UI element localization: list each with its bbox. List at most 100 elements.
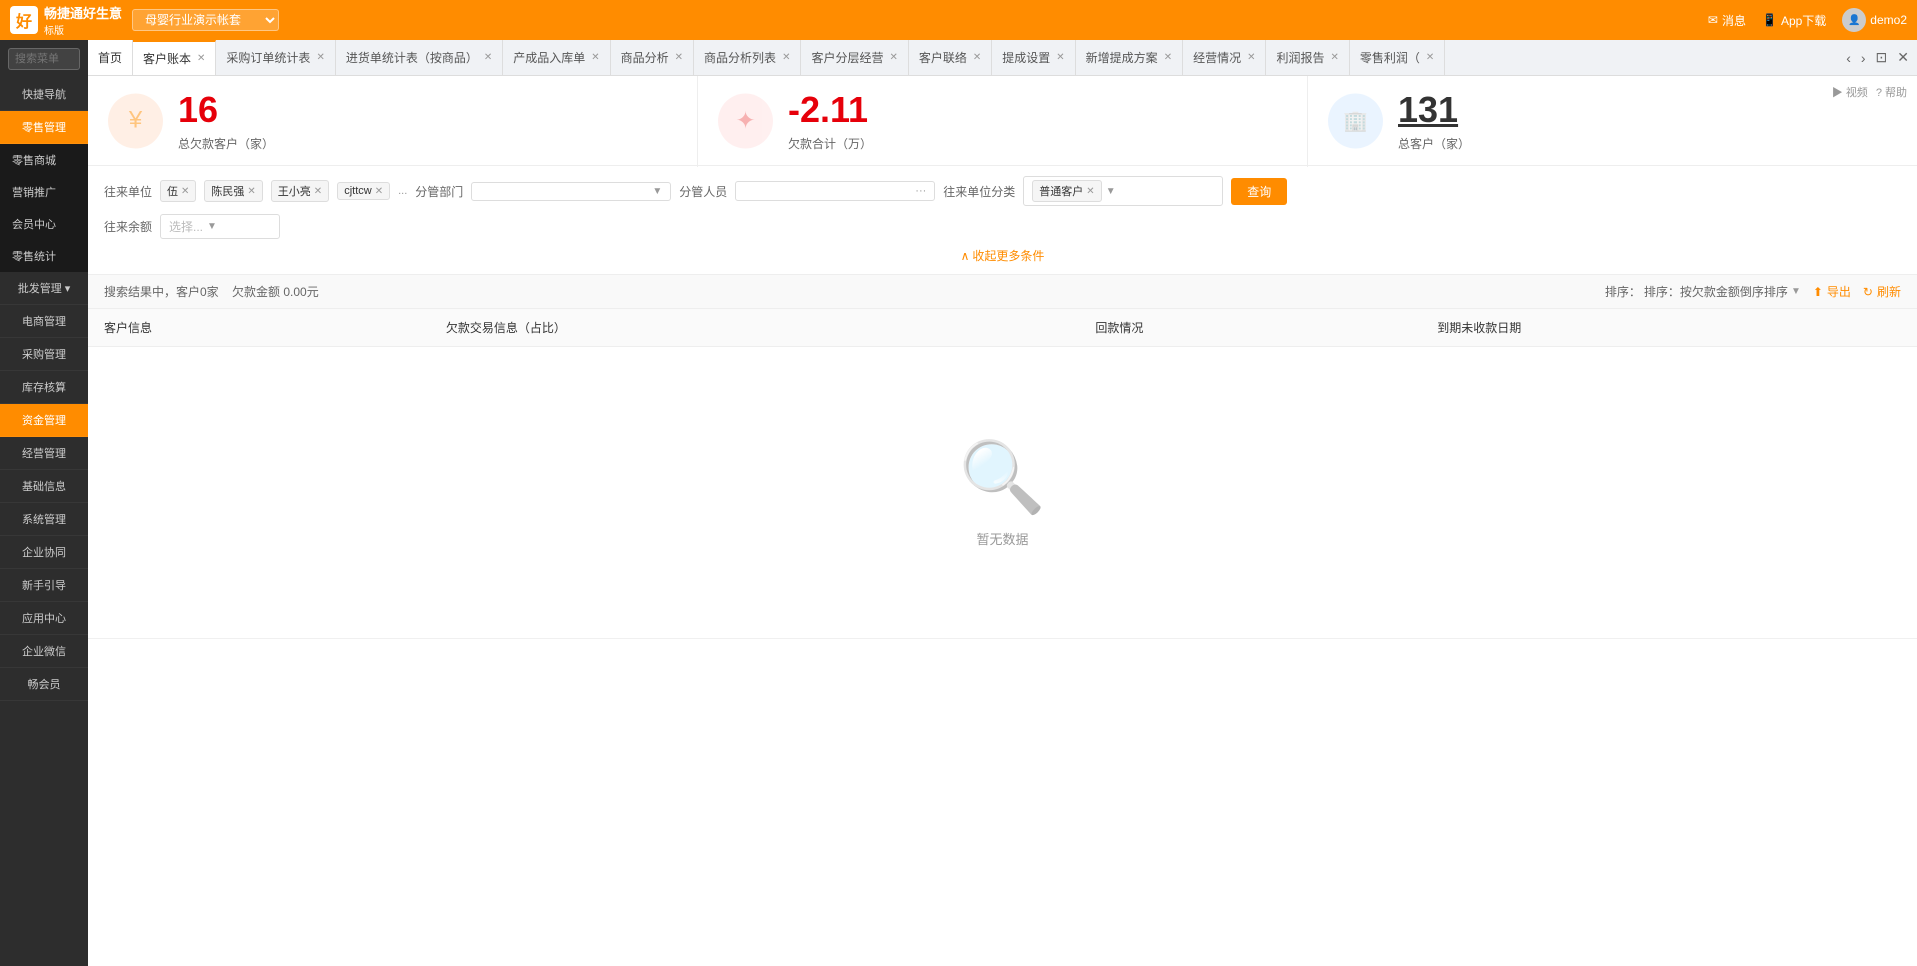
help-link[interactable]: ? 帮助	[1876, 84, 1907, 100]
stat-total-customers: 🏢 131 总客户（家） ▶ 视频 ? 帮助	[1308, 76, 1917, 167]
tab-close-new-improve[interactable]: ✕	[1164, 52, 1172, 63]
tag-close-chen[interactable]: ✕	[247, 186, 255, 197]
col-payment: 回款情况	[1079, 309, 1421, 347]
debt-customers-label: 总欠款客户（家）	[178, 135, 677, 152]
unit-type-label: 往来单位分类	[943, 183, 1015, 200]
chevron-up-icon: ∧	[961, 249, 970, 263]
sidebar: 快捷导航 零售管理 零售商城 营销推广 会员中心 零售统计 批发管理 ▾ 电商管…	[0, 40, 88, 966]
sidebar-item-member-center[interactable]: 会员中心	[0, 208, 88, 240]
balance-label: 往来余额	[104, 218, 152, 235]
tabs-nav-expand[interactable]: ⊡	[1872, 47, 1892, 68]
department-select[interactable]: ▼	[471, 182, 671, 201]
sidebar-item-member[interactable]: 畅会员	[0, 668, 88, 701]
sidebar-item-system-mgmt[interactable]: 系统管理	[0, 503, 88, 536]
sidebar-item-retail-stats[interactable]: 零售统计	[0, 240, 88, 272]
empty-text: 暂无数据	[976, 529, 1028, 548]
sidebar-item-new-guide[interactable]: 新手引导	[0, 569, 88, 602]
sidebar-item-inventory[interactable]: 库存核算	[0, 371, 88, 404]
tab-customer-accounts[interactable]: 客户账本 ✕	[133, 40, 216, 76]
tab-close-retail-profit[interactable]: ✕	[1426, 52, 1434, 63]
video-link[interactable]: ▶ 视频	[1832, 84, 1868, 100]
tab-close-operation-status[interactable]: ✕	[1247, 52, 1255, 63]
tab-close-purchase[interactable]: ✕	[316, 52, 324, 63]
result-actions: 排序： 排序：按欠款金额倒序排序 ▼ ⬆ 导出 ↻ 刷新	[1605, 283, 1901, 300]
tab-product-analysis[interactable]: 商品分析 ✕	[611, 40, 694, 76]
messages-btn[interactable]: ✉ 消息	[1708, 12, 1746, 29]
col-customer-info: 客户信息	[88, 309, 430, 347]
sidebar-item-enterprise-coop[interactable]: 企业协同	[0, 536, 88, 569]
collapse-button[interactable]: ∧ 收起更多条件	[961, 247, 1045, 264]
tab-new-improve[interactable]: 新增提成方案 ✕	[1076, 40, 1183, 76]
tab-customer-segment[interactable]: 客户分层经营 ✕	[801, 40, 908, 76]
sidebar-item-basic-info[interactable]: 基础信息	[0, 470, 88, 503]
total-debt-value: -2.11	[788, 89, 1287, 131]
unit-type-tag-close[interactable]: ✕	[1086, 186, 1094, 197]
refresh-button[interactable]: ↻ 刷新	[1863, 283, 1901, 300]
query-button[interactable]: 查询	[1231, 178, 1287, 205]
phone-icon: 📱	[1762, 13, 1777, 27]
tabs-nav-prev[interactable]: ‹	[1842, 48, 1855, 68]
refresh-icon: ↻	[1863, 285, 1873, 299]
unit-type-select[interactable]: 普通客户 ✕ ▼	[1023, 176, 1223, 206]
tab-close-product-instock[interactable]: ✕	[591, 52, 599, 63]
tag-close-wu[interactable]: ✕	[181, 186, 189, 197]
tab-profit-report[interactable]: 利润报告 ✕	[1266, 40, 1349, 76]
tab-close-goods-in[interactable]: ✕	[484, 52, 492, 63]
tabs-bar: 首页 客户账本 ✕ 采购订单统计表 ✕ 进货单统计表（按商品） ✕ 产成品入库单…	[88, 40, 1917, 76]
tag-close-wang[interactable]: ✕	[314, 186, 322, 197]
tab-purchase-order-stats[interactable]: 采购订单统计表 ✕	[216, 40, 335, 76]
staff-select[interactable]: ···	[735, 181, 935, 201]
sidebar-item-app-center[interactable]: 应用中心	[0, 602, 88, 635]
tab-improve-settings[interactable]: 提成设置 ✕	[992, 40, 1075, 76]
tabs-nav-next[interactable]: ›	[1857, 48, 1870, 68]
sort-chevron-icon: ▼	[1791, 286, 1801, 297]
sidebar-item-capital-mgmt[interactable]: 资金管理	[0, 404, 88, 437]
org-selector[interactable]: 母婴行业演示帐套	[132, 9, 279, 31]
filter-tag-wang: 王小亮 ✕	[271, 180, 329, 202]
tab-close-product-analysis-list[interactable]: ✕	[782, 52, 790, 63]
tab-close-improve-settings[interactable]: ✕	[1056, 52, 1064, 63]
tab-retail-profit[interactable]: 零售利润（ ✕	[1350, 40, 1445, 76]
balance-select[interactable]: 选择... ▼	[160, 214, 280, 239]
stat-help-links: ▶ 视频 ? 帮助	[1832, 84, 1907, 100]
tag-close-cjttcw[interactable]: ✕	[375, 186, 383, 197]
filter-more-tags[interactable]: ...	[398, 185, 407, 197]
top-right: ✉ 消息 📱 App下载 👤 demo2	[1708, 8, 1907, 32]
search-input[interactable]	[8, 48, 80, 70]
tabs-nav-close-all[interactable]: ✕	[1893, 47, 1913, 68]
tab-goods-in-stats[interactable]: 进货单统计表（按商品） ✕	[336, 40, 503, 76]
top-bar: 好 畅捷通好生意 标版 母婴行业演示帐套 ✉ 消息 📱 App下载 👤 demo…	[0, 0, 1917, 40]
tab-home[interactable]: 首页	[88, 40, 133, 76]
staff-label: 分管人员	[679, 183, 727, 200]
chevron-down-icon: ▼	[652, 186, 662, 197]
export-button[interactable]: ⬆ 导出	[1813, 283, 1851, 300]
sidebar-item-ecommerce-mgmt[interactable]: 电商管理	[0, 305, 88, 338]
result-info: 搜索结果中，客户0家 欠款金额 0.00元	[104, 283, 319, 300]
sidebar-item-operations-mgmt[interactable]: 经营管理	[0, 437, 88, 470]
sidebar-item-enterprise-wechat[interactable]: 企业微信	[0, 635, 88, 668]
total-debt-label: 欠款合计（万）	[788, 135, 1287, 152]
tab-close-customer-segment[interactable]: ✕	[889, 52, 897, 63]
tab-product-instock[interactable]: 产成品入库单 ✕	[503, 40, 610, 76]
tab-operation-status[interactable]: 经营情况 ✕	[1183, 40, 1266, 76]
tab-close-customer-contact[interactable]: ✕	[973, 52, 981, 63]
stat-debt-customers: ¥ 16 总欠款客户（家）	[88, 76, 698, 167]
col-due-date: 到期未收款日期	[1421, 309, 1917, 347]
tab-close-product-analysis[interactable]: ✕	[675, 52, 683, 63]
sidebar-item-retail-mall[interactable]: 零售商城	[0, 144, 88, 176]
tab-close-customer-accounts[interactable]: ✕	[197, 53, 205, 64]
tab-customer-contact[interactable]: 客户联络 ✕	[909, 40, 992, 76]
logo-sub: 标版	[44, 22, 122, 37]
user-menu[interactable]: 👤 demo2	[1842, 8, 1907, 32]
sidebar-item-marketing[interactable]: 营销推广	[0, 176, 88, 208]
sidebar-item-quick-nav[interactable]: 快捷导航	[0, 78, 88, 111]
filter-tag-wu: 伍 ✕	[160, 180, 196, 202]
tab-close-profit-report[interactable]: ✕	[1331, 52, 1339, 63]
sidebar-item-retail-mgmt[interactable]: 零售管理	[0, 111, 88, 144]
app-download-btn[interactable]: 📱 App下载	[1762, 12, 1826, 29]
sort-select[interactable]: 排序： 排序：按欠款金额倒序排序 ▼	[1605, 283, 1801, 300]
debt-customers-value: 16	[178, 89, 677, 131]
sidebar-item-wholesale-mgmt[interactable]: 批发管理 ▾	[0, 272, 88, 305]
tab-product-analysis-list[interactable]: 商品分析列表 ✕	[694, 40, 801, 76]
sidebar-item-purchase-mgmt[interactable]: 采购管理	[0, 338, 88, 371]
